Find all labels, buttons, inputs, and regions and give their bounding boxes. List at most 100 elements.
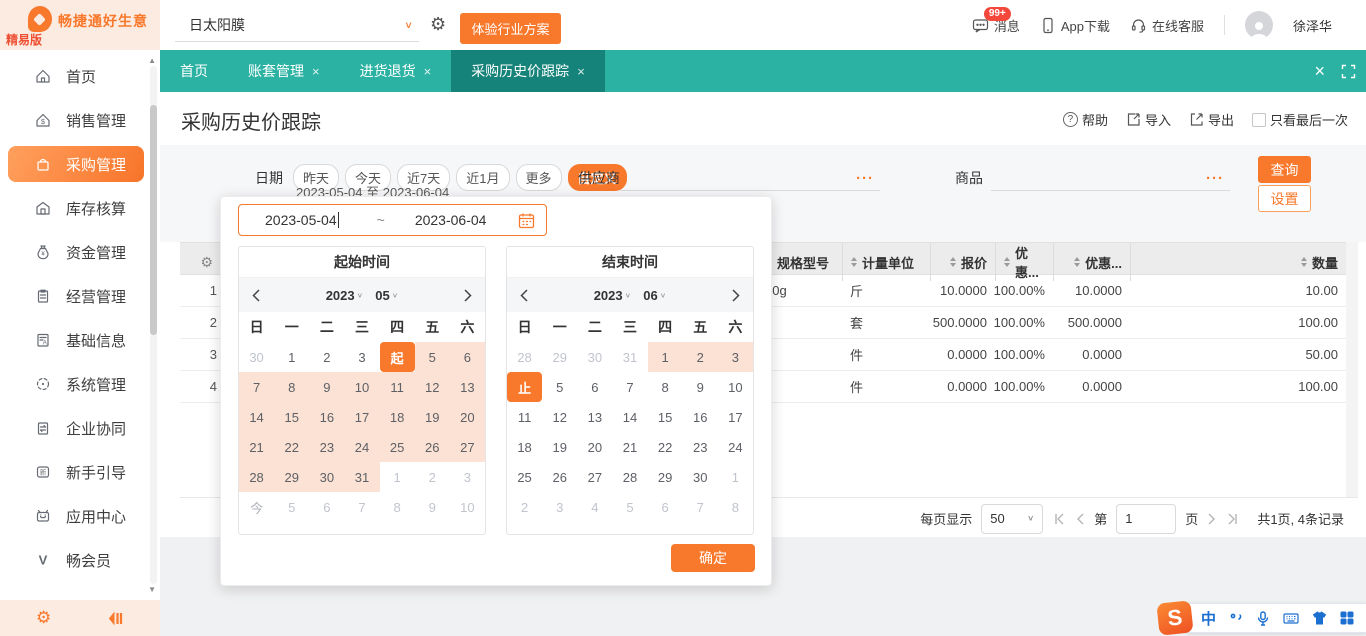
sidebar-item-funds[interactable]: ¥ 资金管理	[0, 230, 152, 274]
day-cell[interactable]: 12	[414, 372, 450, 402]
sort-icon[interactable]	[1300, 257, 1307, 267]
day-cell[interactable]: 1	[647, 342, 683, 372]
day-cell[interactable]: 20	[577, 432, 612, 462]
toolbox-grid-icon[interactable]	[1340, 611, 1354, 625]
sort-icon[interactable]	[851, 257, 857, 267]
prev-page-button[interactable]	[1075, 513, 1085, 525]
day-cell[interactable]: 5	[612, 492, 647, 522]
day-cell[interactable]: 30	[239, 342, 274, 372]
day-cell[interactable]: 2	[309, 342, 344, 372]
company-select[interactable]: 日太阳膜 ∨	[175, 8, 419, 42]
next-page-button[interactable]	[1207, 513, 1217, 525]
day-cell[interactable]: 2	[507, 492, 542, 522]
day-cell[interactable]: 止	[507, 372, 543, 402]
skin-shirt-icon[interactable]	[1312, 611, 1327, 625]
app-download-button[interactable]: App下载	[1040, 16, 1110, 35]
tab-close-icon[interactable]: ×	[312, 64, 320, 79]
day-cell[interactable]: 3	[450, 462, 485, 492]
collapse-sidebar-icon[interactable]	[107, 611, 124, 626]
per-page-select[interactable]: 50 ∨	[981, 503, 1044, 534]
day-cell[interactable]: 起	[379, 342, 415, 372]
punctuation-icon[interactable]	[1229, 611, 1243, 625]
day-cell[interactable]: 9	[683, 372, 718, 402]
sidebar-scroll-down-icon[interactable]: ▼	[148, 585, 156, 594]
day-cell[interactable]: 5	[542, 372, 577, 402]
microphone-icon[interactable]	[1256, 610, 1270, 626]
day-cell[interactable]: 9	[415, 492, 450, 522]
settings-gear-icon[interactable]: ⚙	[430, 14, 446, 35]
tab-home[interactable]: 首页	[160, 50, 228, 92]
fullscreen-icon[interactable]	[1341, 64, 1356, 79]
import-button[interactable]: 导入	[1126, 110, 1171, 129]
day-cell[interactable]: 2	[415, 462, 450, 492]
first-page-button[interactable]	[1052, 513, 1066, 525]
only-last-checkbox[interactable]	[1251, 112, 1266, 127]
day-cell[interactable]: 19	[414, 402, 450, 432]
day-cell[interactable]: 7	[239, 372, 275, 402]
supplier-input[interactable]: ···	[620, 165, 880, 191]
day-cell[interactable]: 17	[718, 402, 753, 432]
day-cell[interactable]: 6	[577, 372, 612, 402]
help-button[interactable]: ? 帮助	[1062, 110, 1108, 129]
prev-month-icon[interactable]	[239, 288, 273, 302]
day-cell[interactable]: 7	[683, 492, 718, 522]
table-scrollbar-track[interactable]	[1346, 242, 1358, 497]
day-cell[interactable]: 1	[380, 462, 415, 492]
day-cell[interactable]: 7	[344, 492, 379, 522]
tab-account-books[interactable]: 账套管理 ×	[228, 50, 340, 92]
day-cell[interactable]: 8	[274, 372, 310, 402]
confirm-button[interactable]: 确定	[671, 544, 755, 572]
day-cell[interactable]: 5	[414, 342, 450, 372]
messages-button[interactable]: 消息 99+	[972, 6, 1020, 35]
day-cell[interactable]: 30	[309, 462, 345, 492]
sort-icon[interactable]	[1074, 257, 1081, 267]
day-cell[interactable]: 今	[239, 492, 274, 522]
export-button[interactable]: 导出	[1189, 110, 1234, 129]
day-cell[interactable]: 13	[449, 372, 485, 402]
day-cell[interactable]: 6	[449, 342, 485, 372]
day-cell[interactable]: 11	[379, 372, 415, 402]
sidebar-item-guide[interactable]: 新 新手引导	[0, 450, 152, 494]
query-button[interactable]: 查询	[1258, 156, 1311, 183]
tab-close-icon[interactable]: ×	[424, 64, 432, 79]
date-preset-4[interactable]: 更多	[515, 164, 562, 191]
day-cell[interactable]: 20	[449, 402, 485, 432]
sidebar-item-operations[interactable]: 经营管理	[0, 274, 152, 318]
sidebar-item-inventory[interactable]: 库存核算	[0, 186, 152, 230]
last-page-button[interactable]	[1226, 513, 1240, 525]
date-preset-3[interactable]: 近1月	[456, 164, 510, 191]
day-cell[interactable]: 26	[542, 462, 577, 492]
start-month-select[interactable]: 05 ∨	[375, 288, 398, 303]
avatar[interactable]	[1244, 11, 1273, 39]
end-month-select[interactable]: 06 ∨	[643, 288, 666, 303]
sidebar-scroll-up-icon[interactable]: ▲	[148, 56, 156, 65]
day-cell[interactable]: 8	[718, 492, 753, 522]
day-cell[interactable]: 17	[344, 402, 380, 432]
day-cell[interactable]: 8	[648, 372, 683, 402]
day-cell[interactable]: 16	[309, 402, 345, 432]
day-cell[interactable]: 24	[718, 432, 753, 462]
day-cell[interactable]: 31	[612, 342, 647, 372]
page-number-input[interactable]	[1116, 503, 1177, 534]
day-cell[interactable]: 28	[612, 462, 647, 492]
prev-month-icon[interactable]	[507, 288, 541, 302]
day-cell[interactable]: 30	[683, 462, 718, 492]
day-cell[interactable]: 15	[274, 402, 310, 432]
day-cell[interactable]: 10	[718, 372, 753, 402]
end-year-select[interactable]: 2023 ∨	[594, 288, 632, 303]
day-cell[interactable]: 18	[379, 402, 415, 432]
sidebar-item-sales[interactable]: $ 销售管理	[0, 98, 152, 142]
product-input[interactable]: ···	[991, 165, 1230, 191]
sidebar-item-member[interactable]: V 畅会员	[0, 538, 152, 582]
date-range-input[interactable]: 2023-05-04 ~ 2023-06-04	[238, 204, 547, 236]
day-cell[interactable]: 25	[379, 432, 415, 462]
day-cell[interactable]: 14	[239, 402, 275, 432]
day-cell[interactable]: 29	[648, 462, 683, 492]
day-cell[interactable]: 30	[577, 342, 612, 372]
supplier-more-icon[interactable]: ···	[856, 170, 874, 187]
sort-icon[interactable]	[1004, 257, 1010, 267]
day-cell[interactable]: 26	[414, 432, 450, 462]
day-cell[interactable]: 12	[542, 402, 577, 432]
day-cell[interactable]: 25	[507, 462, 542, 492]
day-cell[interactable]: 27	[577, 462, 612, 492]
